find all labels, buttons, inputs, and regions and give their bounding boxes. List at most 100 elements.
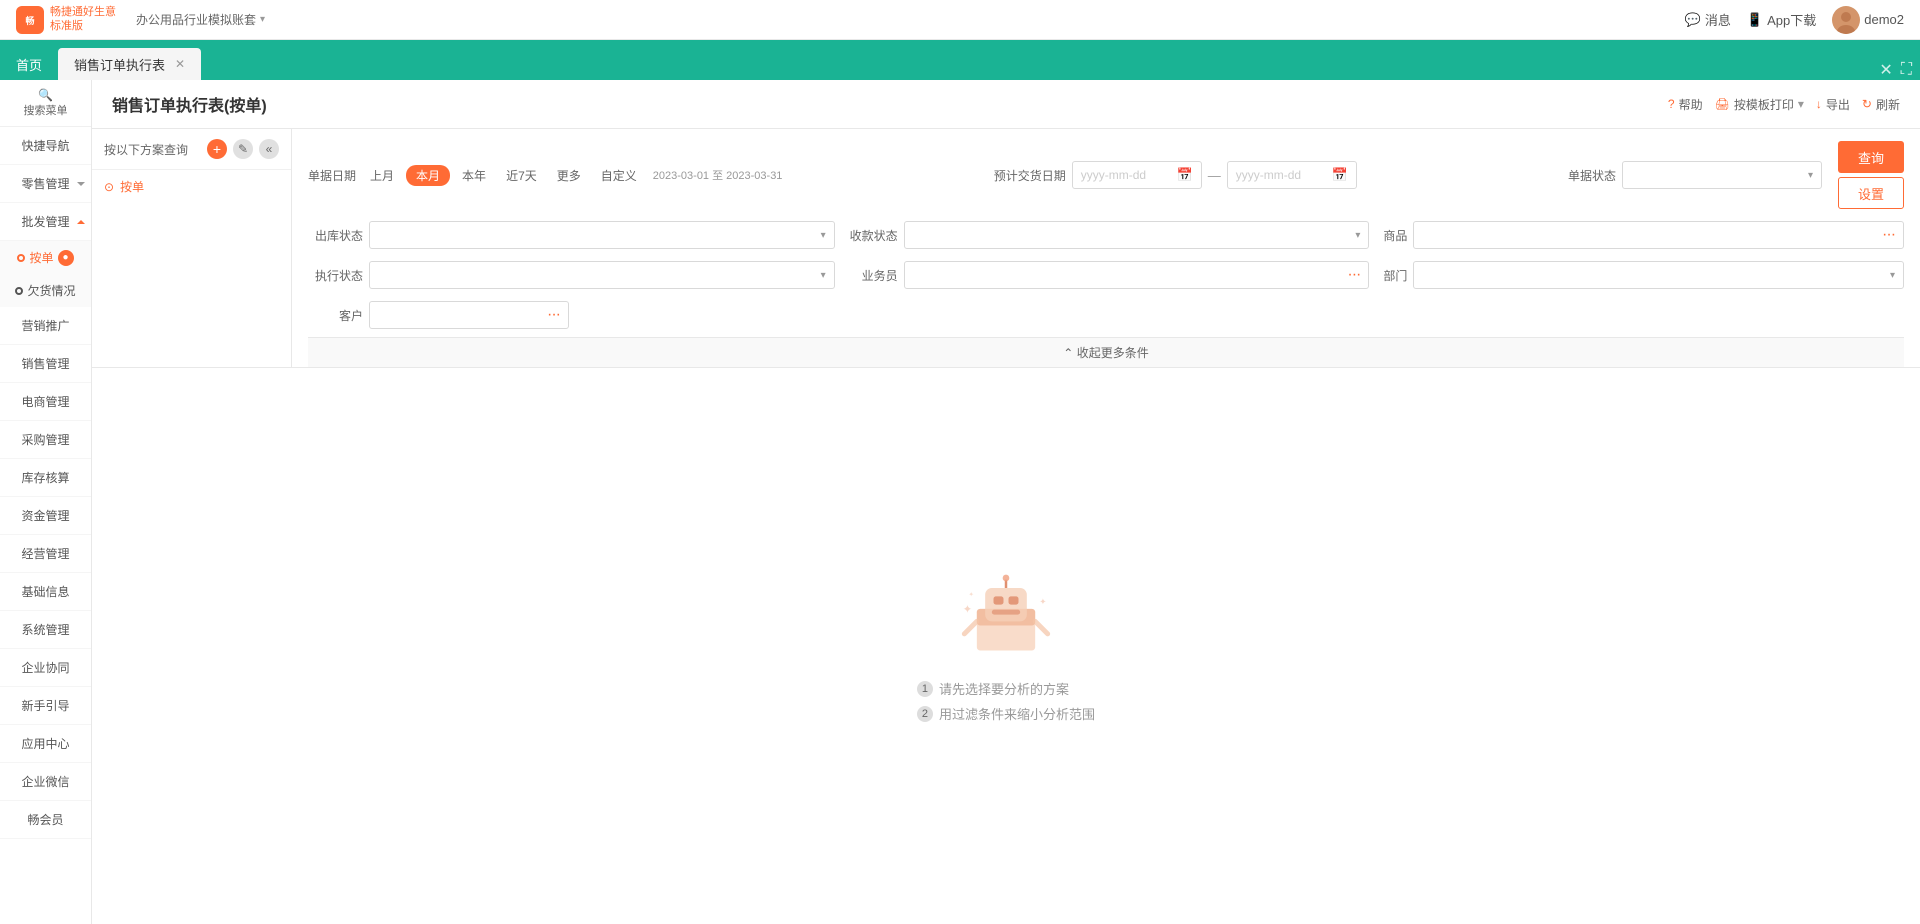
collapse-chevron-icon: ⌃	[1063, 346, 1076, 360]
sidebar-wholesale-label: 批发管理	[21, 215, 69, 229]
method-order-icon: ⊙	[104, 180, 114, 194]
method-add-btn[interactable]: +	[207, 139, 227, 159]
sidebar-search[interactable]: 🔍 搜索菜单	[0, 80, 91, 127]
method-panel: 按以下方案查询 + ✎ « ⊙ 按单	[92, 129, 292, 367]
refresh-icon: ↻	[1862, 97, 1872, 111]
sidebar-newuser-label: 新手引导	[21, 699, 69, 713]
method-order-label: 按单	[120, 178, 144, 195]
collapse-label: 收起更多条件	[1077, 346, 1149, 360]
method-edit-btn[interactable]: ✎	[233, 139, 253, 159]
export-btn[interactable]: ↓ 导出	[1816, 96, 1850, 113]
method-item-order[interactable]: ⊙ 按单	[92, 170, 291, 203]
svg-text:✦: ✦	[1039, 597, 1046, 607]
sidebar-item-sales[interactable]: 销售管理	[0, 345, 91, 383]
refresh-btn[interactable]: ↻ 刷新	[1862, 96, 1900, 113]
customer-label: 客户	[308, 307, 363, 324]
user-area[interactable]: demo2	[1832, 6, 1904, 34]
sidebar-item-ecommerce[interactable]: 电商管理	[0, 383, 91, 421]
tab-sales-order-exec[interactable]: 销售订单执行表 ✕	[58, 48, 201, 80]
empty-hint-1: 1 请先选择要分析的方案	[917, 679, 1095, 698]
query-btn[interactable]: 查询	[1838, 141, 1904, 173]
sidebar-member-label: 畅会员	[27, 813, 63, 827]
settings-btn[interactable]: 设置	[1838, 177, 1904, 209]
sidebar-item-marketing[interactable]: 营销推广	[0, 307, 91, 345]
search-icon: 🔍	[38, 88, 53, 102]
method-title: 按以下方案查询	[104, 141, 188, 158]
sidebar-item-finance[interactable]: 资金管理	[0, 497, 91, 535]
sidebar-item-ops[interactable]: 经营管理	[0, 535, 91, 573]
delivery-date-from[interactable]: yyyy-mm-dd 📅	[1072, 161, 1202, 189]
sidebar-item-inventory[interactable]: 库存核算	[0, 459, 91, 497]
payment-status-dropdown[interactable]: ▾	[904, 221, 1370, 249]
doc-status-label: 单据状态	[1568, 167, 1616, 184]
doc-status-arrow-icon: ▾	[1808, 170, 1813, 181]
message-btn[interactable]: 💬 消息	[1685, 10, 1731, 29]
dept-dropdown[interactable]: ▾	[1413, 261, 1904, 289]
empty-state-icon: ✦ ✦ ✦	[956, 563, 1056, 663]
date-tab-more[interactable]: 更多	[549, 165, 589, 186]
date-tab-thismonth[interactable]: 本月	[406, 165, 450, 186]
exec-status-dropdown[interactable]: ▾	[369, 261, 835, 289]
payment-status-label: 收款状态	[843, 227, 898, 244]
salesperson-dropdown[interactable]: ···	[904, 261, 1370, 289]
sidebar-subitem-debt-label: 欠货情况	[27, 282, 75, 299]
sidebar-item-sys[interactable]: 系统管理	[0, 611, 91, 649]
collapse-more-btn[interactable]: ⌃ 收起更多条件	[308, 337, 1904, 367]
filters-panel: 单据日期 上月 本月 本年 近7天 更多 自定义 2023-03-01 至 20…	[292, 129, 1920, 367]
sidebar-item-purchase[interactable]: 采购管理	[0, 421, 91, 459]
sidebar-item-basic[interactable]: 基础信息	[0, 573, 91, 611]
date-range-display: 2023-03-01 至 2023-03-31	[653, 167, 783, 183]
exec-arrow-icon: ▾	[821, 270, 826, 281]
sidebar-item-appcenter[interactable]: 应用中心	[0, 725, 91, 763]
product-dropdown[interactable]: ···	[1413, 221, 1904, 249]
sidebar-search-label: 搜索菜单	[8, 102, 83, 118]
shipment-status-dropdown[interactable]: ▾	[369, 221, 835, 249]
tab-bar: 首页 销售订单执行表 ✕ ✕ ⛶	[0, 40, 1920, 80]
sidebar-finance-label: 资金管理	[21, 509, 69, 523]
doc-status-dropdown[interactable]: ▾	[1622, 161, 1822, 189]
logo-text: 畅捷通好生意 标准版	[50, 6, 116, 32]
sidebar-item-enterprise[interactable]: 企业协同	[0, 649, 91, 687]
logo-icon: 畅	[16, 6, 44, 34]
sidebar-enterprise-label: 企业协同	[21, 661, 69, 675]
help-btn[interactable]: ? 帮助	[1668, 96, 1703, 113]
date-tab-custom[interactable]: 自定义	[593, 165, 645, 186]
app-download-btn[interactable]: 📱 App下载	[1747, 10, 1816, 29]
delivery-date-to[interactable]: yyyy-mm-dd 📅	[1227, 161, 1357, 189]
sidebar-item-quicknav[interactable]: 快捷导航	[0, 127, 91, 165]
empty-hint-2: 2 用过滤条件来缩小分析范围	[917, 704, 1095, 723]
date-tab-7days[interactable]: 近7天	[498, 165, 545, 186]
delivery-date-group: 预计交货日期 yyyy-mm-dd 📅 — yyyy-mm-dd 📅	[994, 161, 1357, 189]
tab-close-icon[interactable]: ✕	[175, 57, 185, 71]
doc-date-group: 单据日期 上月 本月 本年 近7天 更多 自定义	[308, 165, 645, 186]
help-icon: ?	[1668, 97, 1675, 111]
app-download-icon: 📱	[1747, 12, 1763, 28]
breadcrumb[interactable]: 办公用品行业模拟账套 ▾	[136, 11, 265, 28]
order-badge: ●	[58, 250, 74, 266]
page-title: 销售订单执行表(按单)	[112, 92, 267, 128]
sidebar-subitem-order-label: 按单	[29, 249, 53, 266]
sidebar-subitem-order[interactable]: 按单 ●	[0, 241, 91, 274]
sidebar-subitem-debt[interactable]: 欠货情况	[0, 274, 91, 307]
sidebar-quicknav-label: 快捷导航	[21, 139, 69, 153]
sidebar-sub-wholesale: 按单 ● 欠货情况	[0, 241, 91, 307]
tab-close-window-icon[interactable]: ✕	[1879, 60, 1892, 80]
sidebar-basic-label: 基础信息	[21, 585, 69, 599]
tab-sales-label: 销售订单执行表	[74, 55, 165, 74]
template-print-btn[interactable]: 🖨 按模板打印 ▾	[1715, 96, 1804, 113]
sidebar-item-member[interactable]: 畅会员	[0, 801, 91, 839]
date-tab-lastmonth[interactable]: 上月	[362, 165, 402, 186]
shipment-status-label: 出库状态	[308, 227, 363, 244]
method-collapse-btn[interactable]: «	[259, 139, 279, 159]
sidebar-item-wechat[interactable]: 企业微信	[0, 763, 91, 801]
customer-dropdown[interactable]: ···	[369, 301, 569, 329]
tab-expand-icon[interactable]: ⛶	[1901, 61, 1912, 79]
sidebar-item-newuser[interactable]: 新手引导	[0, 687, 91, 725]
payment-status-group: 收款状态 ▾	[843, 221, 1370, 249]
debt-ring-icon	[15, 287, 23, 295]
tab-home[interactable]: 首页	[0, 48, 58, 80]
page-actions: ? 帮助 🖨 按模板打印 ▾ ↓ 导出 ↻ 刷新	[1668, 96, 1900, 125]
date-tab-thisyear[interactable]: 本年	[454, 165, 494, 186]
sidebar-item-retail[interactable]: 零售管理	[0, 165, 91, 203]
sidebar-item-wholesale[interactable]: 批发管理	[0, 203, 91, 241]
